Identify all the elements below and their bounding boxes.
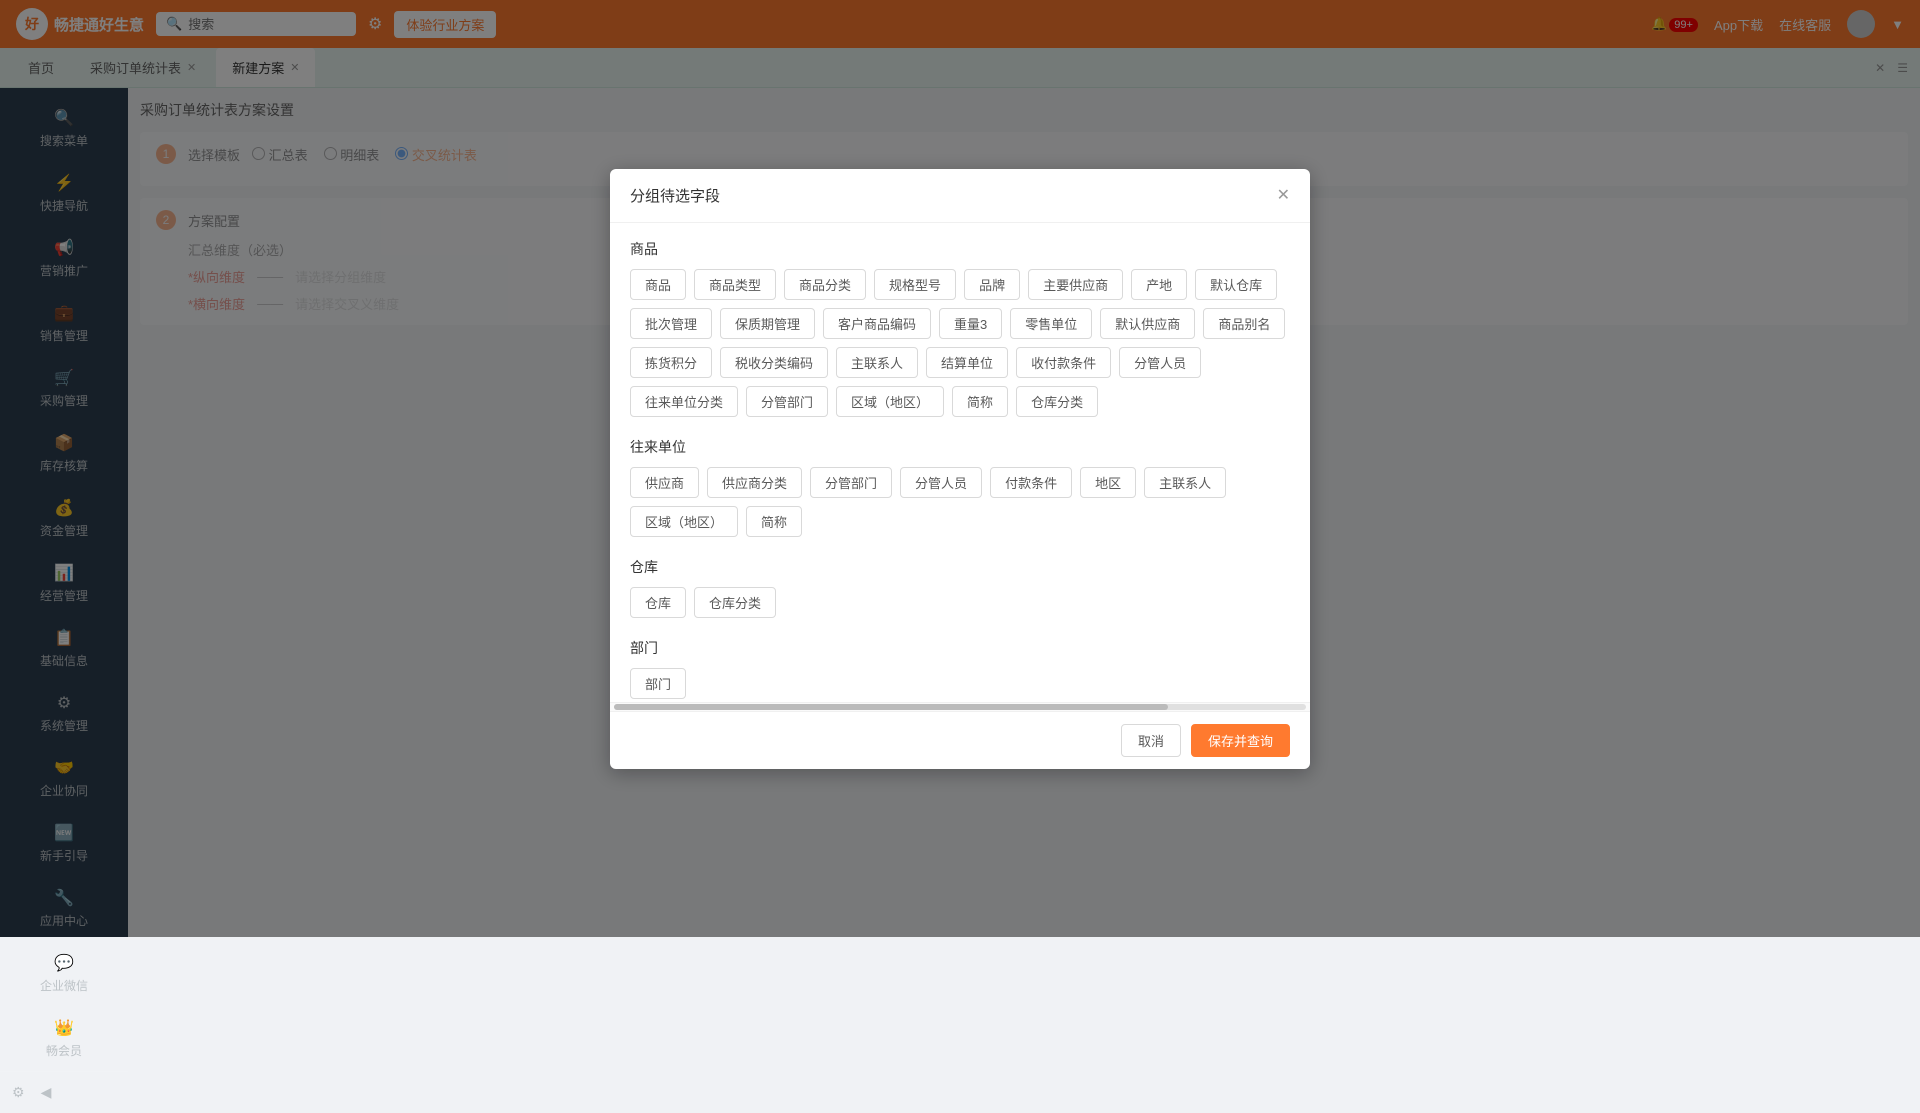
field-tag[interactable]: 付款条件 xyxy=(990,467,1072,498)
field-grid-3: 部门 xyxy=(630,668,1290,699)
field-tag[interactable]: 保质期管理 xyxy=(720,308,815,339)
field-tag[interactable]: 产地 xyxy=(1131,269,1187,300)
field-tag[interactable]: 重量3 xyxy=(939,308,1002,339)
field-tag[interactable]: 商品别名 xyxy=(1203,308,1285,339)
cancel-button[interactable]: 取消 xyxy=(1121,724,1181,757)
field-tag[interactable]: 默认仓库 xyxy=(1195,269,1277,300)
field-tag[interactable]: 主要供应商 xyxy=(1028,269,1123,300)
field-tag[interactable]: 区域（地区） xyxy=(836,386,944,417)
field-section-2: 仓库仓库仓库分类 xyxy=(630,557,1290,618)
modal-overlay: 分组待选字段 ✕ 商品商品商品类型商品分类规格型号品牌主要供应商产地默认仓库批次… xyxy=(0,0,1920,937)
field-tag[interactable]: 商品 xyxy=(630,269,686,300)
field-tag[interactable]: 商品类型 xyxy=(694,269,776,300)
field-grid-0: 商品商品类型商品分类规格型号品牌主要供应商产地默认仓库批次管理保质期管理客户商品… xyxy=(630,269,1290,417)
field-tag[interactable]: 供应商 xyxy=(630,467,699,498)
field-section-0: 商品商品商品类型商品分类规格型号品牌主要供应商产地默认仓库批次管理保质期管理客户… xyxy=(630,239,1290,417)
field-tag[interactable]: 供应商分类 xyxy=(707,467,802,498)
field-tag[interactable]: 简称 xyxy=(952,386,1008,417)
field-tag[interactable]: 仓库分类 xyxy=(1016,386,1098,417)
sidebar-item-member-label: 畅会员 xyxy=(46,1042,82,1059)
sidebar-bottom: ⚙ ◀ xyxy=(0,1071,128,1113)
field-grid-2: 仓库仓库分类 xyxy=(630,587,1290,618)
field-tag[interactable]: 零售单位 xyxy=(1010,308,1092,339)
field-tag[interactable]: 拣货积分 xyxy=(630,347,712,378)
field-tag[interactable]: 往来单位分类 xyxy=(630,386,738,417)
section-title-3: 部门 xyxy=(630,638,1290,658)
save-button[interactable]: 保存并查询 xyxy=(1191,724,1290,757)
field-tag[interactable]: 分管人员 xyxy=(1119,347,1201,378)
wechat-icon: 💬 xyxy=(54,953,74,973)
field-tag[interactable]: 品牌 xyxy=(964,269,1020,300)
field-tag[interactable]: 地区 xyxy=(1080,467,1136,498)
sidebar-item-wechat-label: 企业微信 xyxy=(40,977,88,994)
member-icon: 👑 xyxy=(54,1018,74,1038)
field-tag[interactable]: 区域（地区） xyxy=(630,506,738,537)
sidebar-collapse-button[interactable]: ◀ xyxy=(37,1080,56,1105)
field-tag[interactable]: 简称 xyxy=(746,506,802,537)
field-section-1: 往来单位供应商供应商分类分管部门分管人员付款条件地区主联系人区域（地区） 简称 xyxy=(630,437,1290,537)
section-title-0: 商品 xyxy=(630,239,1290,259)
section-title-1: 往来单位 xyxy=(630,437,1290,457)
field-grid-1: 供应商供应商分类分管部门分管人员付款条件地区主联系人区域（地区） 简称 xyxy=(630,467,1290,537)
field-tag[interactable]: 税收分类编码 xyxy=(720,347,828,378)
sidebar-item-member[interactable]: 👑 畅会员 xyxy=(6,1008,122,1069)
field-tag[interactable]: 默认供应商 xyxy=(1100,308,1195,339)
field-tag[interactable]: 客户商品编码 xyxy=(823,308,931,339)
modal-body[interactable]: 商品商品商品类型商品分类规格型号品牌主要供应商产地默认仓库批次管理保质期管理客户… xyxy=(610,223,1310,702)
field-section-3: 部门部门 xyxy=(630,638,1290,699)
field-tag[interactable]: 主联系人 xyxy=(1144,467,1226,498)
field-tag[interactable]: 分管人员 xyxy=(900,467,982,498)
modal-title: 分组待选字段 xyxy=(630,185,720,206)
field-tag[interactable]: 批次管理 xyxy=(630,308,712,339)
section-title-2: 仓库 xyxy=(630,557,1290,577)
field-tag[interactable]: 主联系人 xyxy=(836,347,918,378)
field-tag[interactable]: 仓库分类 xyxy=(694,587,776,618)
field-tag[interactable]: 仓库 xyxy=(630,587,686,618)
field-tag[interactable]: 部门 xyxy=(630,668,686,699)
modal-close-button[interactable]: ✕ xyxy=(1277,185,1290,205)
field-tag[interactable]: 规格型号 xyxy=(874,269,956,300)
field-tag[interactable]: 商品分类 xyxy=(784,269,866,300)
field-tag[interactable]: 结算单位 xyxy=(926,347,1008,378)
field-tag[interactable]: 分管部门 xyxy=(746,386,828,417)
field-tag[interactable]: 收付款条件 xyxy=(1016,347,1111,378)
modal-header: 分组待选字段 ✕ xyxy=(610,169,1310,223)
field-selection-modal: 分组待选字段 ✕ 商品商品商品类型商品分类规格型号品牌主要供应商产地默认仓库批次… xyxy=(610,169,1310,769)
field-tag[interactable]: 分管部门 xyxy=(810,467,892,498)
modal-footer: 取消 保存并查询 xyxy=(610,711,1310,769)
modal-horizontal-scrollbar[interactable] xyxy=(610,702,1310,711)
sidebar-item-wechat[interactable]: 💬 企业微信 xyxy=(6,943,122,1004)
sidebar-settings-button[interactable]: ⚙ xyxy=(8,1080,29,1105)
